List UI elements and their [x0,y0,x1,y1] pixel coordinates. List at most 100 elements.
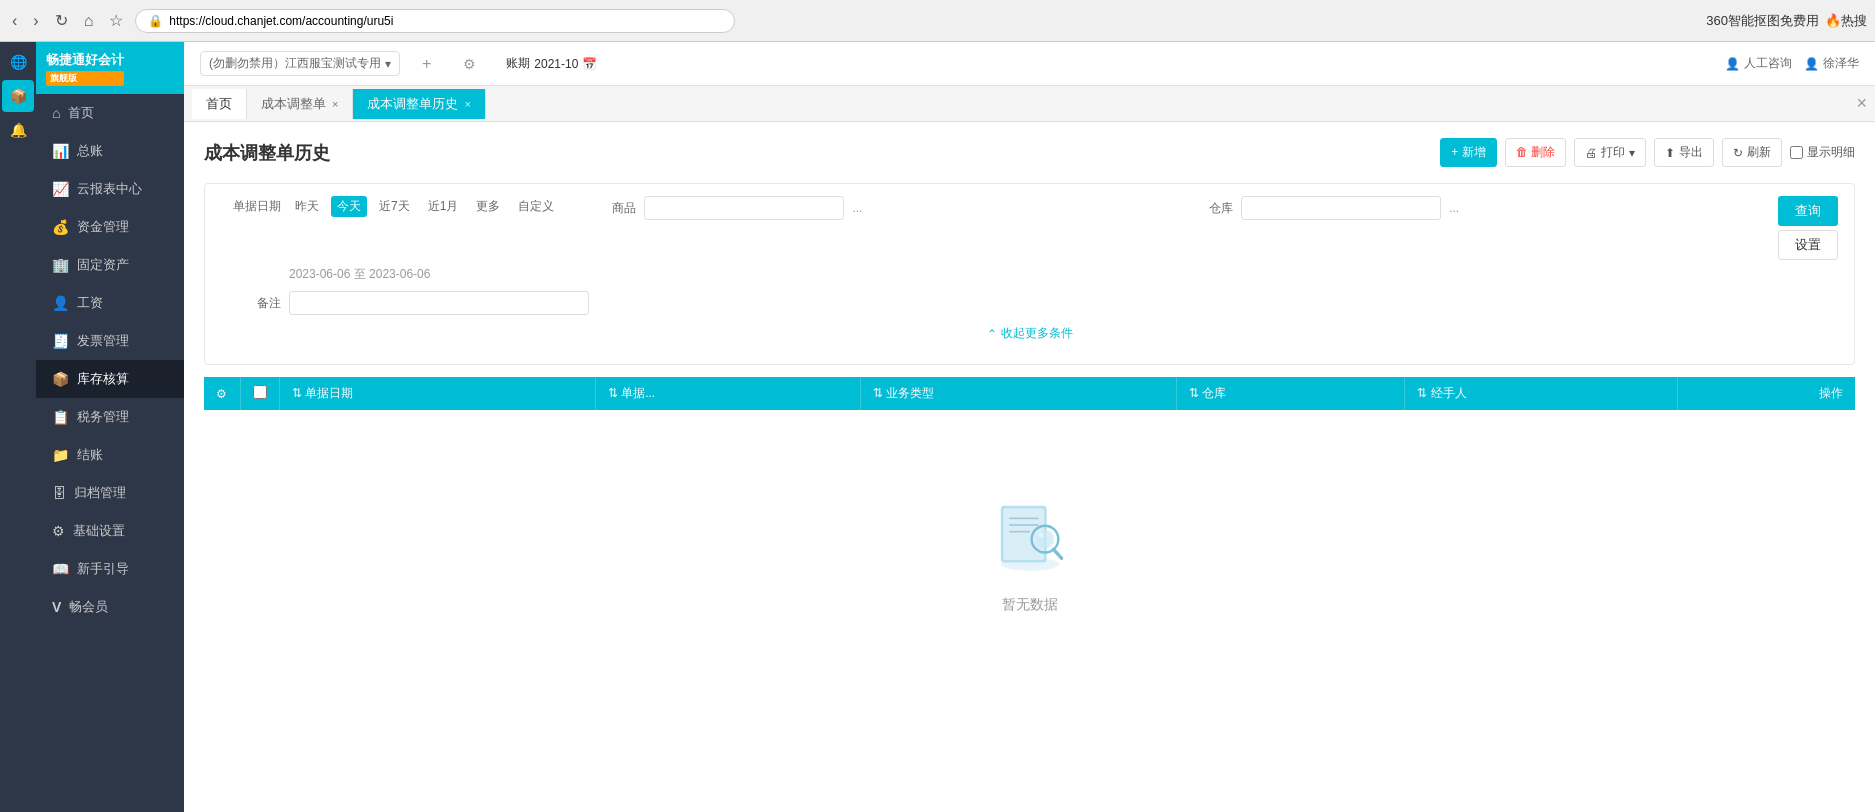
tab-home-label: 首页 [206,95,232,113]
sidebar-item-assets[interactable]: 🏢 固定资产 [36,246,184,284]
workspace-dropdown-icon: ▾ [385,57,391,71]
table-col-settings[interactable]: ⚙ [204,377,240,410]
forward-button[interactable]: › [29,8,42,34]
assets-nav-icon: 🏢 [52,257,69,273]
search-label: 360智能抠图免费用 [1706,12,1819,30]
date-btn-yesterday[interactable]: 昨天 [289,196,325,217]
date-btn-today[interactable]: 今天 [331,196,367,217]
calendar-icon: 📅 [582,57,597,71]
show-columns-checkbox[interactable] [1790,146,1803,159]
top-bar-right: 👤 人工咨询 👤 徐泽华 [1725,55,1859,72]
close-all-tabs-button[interactable]: × [1856,93,1867,114]
warehouse-more-button[interactable]: ... [1449,201,1459,215]
table-col-handler[interactable]: ⇅ 经手人 [1405,377,1677,410]
sidebar-item-invoice[interactable]: 🧾 发票管理 [36,322,184,360]
refresh-label: 刷新 [1747,144,1771,161]
table-col-biztype[interactable]: ⇅ 业务类型 [860,377,1176,410]
collapse-button[interactable]: ⌃ 收起更多条件 [981,319,1079,348]
user-info[interactable]: 👤 徐泽华 [1804,55,1859,72]
sidebar-logo: 畅捷通好会计 旗舰版 [36,42,184,94]
sidebar-item-funds[interactable]: 💰 资金管理 [36,208,184,246]
sidebar-item-ledger[interactable]: 📊 总账 [36,132,184,170]
print-button[interactable]: 🖨 打印 ▾ [1574,138,1646,167]
table-col-number[interactable]: ⇅ 单据... [595,377,860,410]
table-col-warehouse[interactable]: ⇅ 仓库 [1177,377,1405,410]
date-shortcuts: 昨天 今天 近7天 近1月 更多 自定义 [289,196,560,217]
new-button[interactable]: + 新增 [1440,138,1496,167]
sidebar-label-closing: 结账 [77,446,103,464]
settings-nav-icon: ⚙ [52,523,65,539]
delete-button[interactable]: 🗑 删除 [1505,138,1566,167]
sidebar-item-salary[interactable]: 👤 工资 [36,284,184,322]
browser-chrome: ‹ › ↻ ⌂ ☆ 🔒 https://cloud.chanjet.com/ac… [0,0,1875,42]
filter-area: 单据日期 昨天 今天 近7天 近1月 更多 自定义 商品 [204,183,1855,365]
print-icon: 🖨 [1585,146,1597,160]
tab-cost-adjust-close[interactable]: × [332,98,338,110]
table-col-checkbox[interactable] [240,377,279,410]
sidebar-label-invoice: 发票管理 [77,332,129,350]
url-text: https://cloud.chanjet.com/accounting/uru… [169,14,393,28]
tax-nav-icon: 📋 [52,409,69,425]
star-button[interactable]: ☆ [105,7,127,34]
query-button[interactable]: 查询 [1778,196,1838,226]
collapse-label: 收起更多条件 [1001,325,1073,342]
goods-filter-input[interactable] [644,196,844,220]
sidebar-item-tax[interactable]: 📋 税务管理 [36,398,184,436]
note-filter-input[interactable] [289,291,589,315]
home-nav-icon: ⌂ [52,105,60,121]
refresh-icon: ↻ [1733,146,1743,160]
app-icon-weibo[interactable]: 🌐 [2,46,34,78]
workspace-selector[interactable]: (勿删勿禁用）江西服宝测试专用 ▾ [200,51,400,76]
sidebar-item-home[interactable]: ⌂ 首页 [36,94,184,132]
empty-state: 暂无数据 [204,410,1855,694]
refresh-button-page[interactable]: ↻ 刷新 [1722,138,1782,167]
service-button[interactable]: 👤 人工咨询 [1725,55,1792,72]
filter-settings-button[interactable]: 设置 [1778,230,1838,260]
export-button[interactable]: ⬆ 导出 [1654,138,1714,167]
sidebar-item-inventory[interactable]: 📦 库存核算 [36,360,184,398]
sidebar-item-member[interactable]: V 畅会员 [36,588,184,626]
date-btn-more[interactable]: 更多 [470,196,506,217]
tab-home[interactable]: 首页 [192,89,247,119]
table-header: ⚙ ⇅ 单据日期 ⇅ 单据... ⇅ 业务类型 [204,377,1855,410]
sidebar-label-archive: 归档管理 [74,484,126,502]
user-avatar-icon: 👤 [1804,57,1819,71]
workspace-label: (勿删勿禁用）江西服宝测试专用 [209,55,381,72]
back-button[interactable]: ‹ [8,8,21,34]
service-icon: 👤 [1725,57,1740,71]
sidebar-item-closing[interactable]: 📁 结账 [36,436,184,474]
date-btn-7days[interactable]: 近7天 [373,196,416,217]
col-date-label: ⇅ 单据日期 [292,386,353,400]
sidebar-item-archive[interactable]: 🗄 归档管理 [36,474,184,512]
sidebar-item-guide[interactable]: 📖 新手引导 [36,550,184,588]
warehouse-filter-input[interactable] [1241,196,1441,220]
app-icon-3[interactable]: 🔔 [2,114,34,146]
col-handler-label: ⇅ 经手人 [1417,386,1466,400]
sidebar-item-settings[interactable]: ⚙ 基础设置 [36,512,184,550]
tab-cost-adjust-history[interactable]: 成本调整单历史 × [353,89,485,119]
select-all-checkbox[interactable] [253,385,267,399]
page-title: 成本调整单历史 [204,141,330,165]
date-btn-custom[interactable]: 自定义 [512,196,560,217]
tab-cost-adjust[interactable]: 成本调整单 × [247,89,353,119]
empty-text: 暂无数据 [1002,596,1058,614]
settings-workspace-button[interactable]: ⚙ [453,51,486,77]
show-columns-text: 显示明细 [1807,144,1855,161]
tab-cost-adjust-history-close[interactable]: × [464,98,470,110]
sidebar-item-reports[interactable]: 📈 云报表中心 [36,170,184,208]
svg-point-9 [1038,533,1043,538]
show-columns-label[interactable]: 显示明细 [1790,144,1855,161]
collapse-row: ⌃ 收起更多条件 [221,319,1838,348]
home-button[interactable]: ⌂ [80,8,98,34]
empty-document-svg [980,490,1080,580]
goods-more-button[interactable]: ... [852,201,862,215]
tab-cost-adjust-label: 成本调整单 [261,95,326,113]
date-btn-1month[interactable]: 近1月 [422,196,465,217]
closing-nav-icon: 📁 [52,447,69,463]
add-workspace-button[interactable]: + [412,50,441,78]
url-bar[interactable]: 🔒 https://cloud.chanjet.com/accounting/u… [135,9,735,33]
tabs-bar: 首页 成本调整单 × 成本调整单历史 × × [184,86,1875,122]
table-col-date[interactable]: ⇅ 单据日期 [279,377,595,410]
app-icon-active[interactable]: 📦 [2,80,34,112]
refresh-button[interactable]: ↻ [51,7,72,34]
